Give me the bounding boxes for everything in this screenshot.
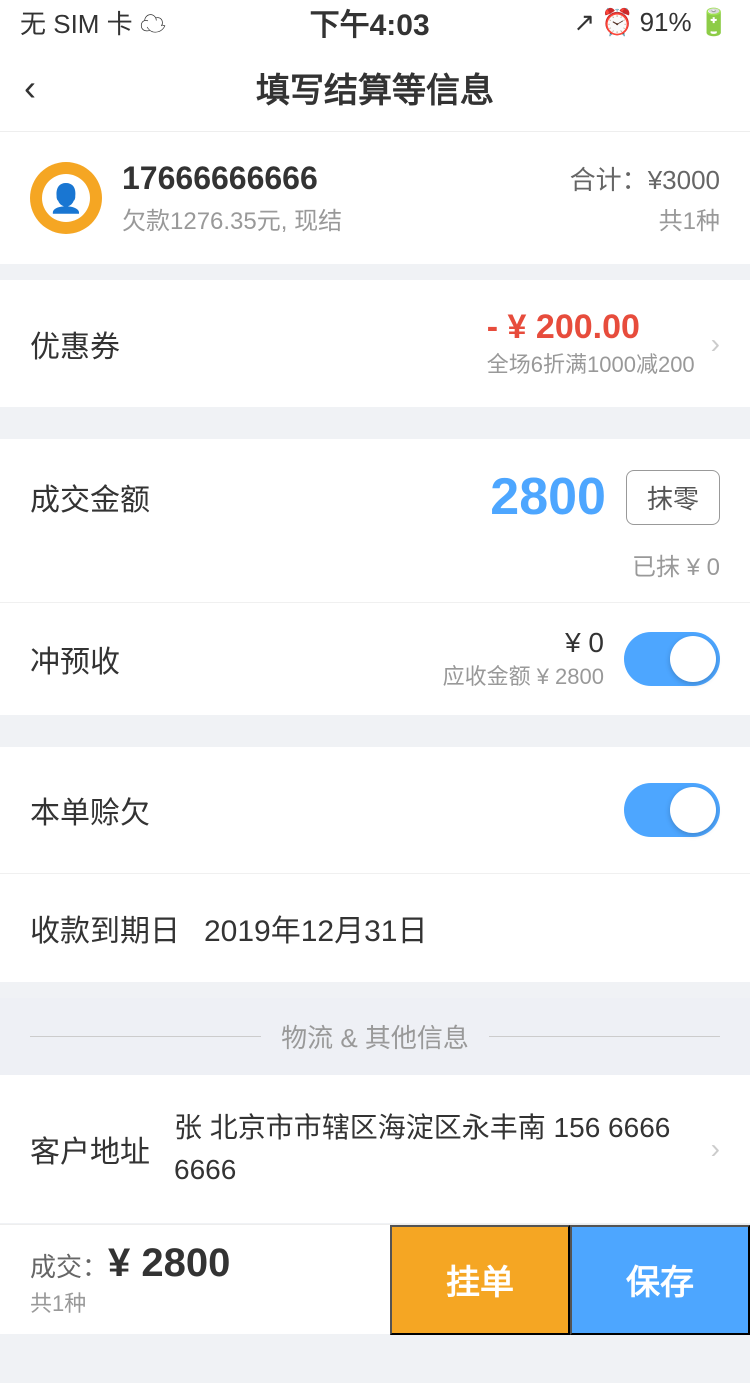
coupon-right: - ¥ 200.00 全场6折满1000减200 ›	[487, 308, 720, 379]
chevron-right-icon: ›	[711, 328, 720, 360]
section-line-right	[489, 1036, 720, 1037]
battery-level: 91%	[640, 7, 692, 38]
battery-icon: 🔋	[698, 7, 730, 38]
sim-status: 无 SIM 卡 ☁	[20, 4, 166, 41]
round-zero-button[interactable]: 抹零	[626, 470, 720, 525]
logistics-label: 物流 & 其他信息	[281, 1018, 469, 1055]
footer: 成交：¥ 2800 共1种 挂单 保存	[0, 1224, 750, 1334]
status-right: ↗ ⏰ 91% 🔋	[573, 7, 730, 38]
amount-row: 成交金额 2800 抹零	[30, 467, 720, 547]
precollect-sub: 应收金额 ¥ 2800	[443, 659, 604, 691]
duedate-label: 收款到期日	[30, 906, 180, 950]
arrearage-label: 本单赊欠	[30, 788, 150, 832]
address-row[interactable]: 客户地址 张 北京市市辖区海淀区永丰南 156 6666 6666 ›	[0, 1075, 750, 1223]
logistics-header: 物流 & 其他信息	[0, 998, 750, 1075]
section-line-left	[30, 1036, 261, 1037]
status-left: 无 SIM 卡 ☁	[20, 4, 166, 41]
footer-count: 共1种	[30, 1286, 360, 1318]
avatar: 👤	[30, 162, 102, 234]
save-button[interactable]: 保存	[570, 1225, 750, 1335]
coupon-label: 优惠券	[30, 322, 120, 366]
precollect-amount: ¥ 0 应收金额 ¥ 2800	[443, 627, 604, 691]
precollect-row: 冲预收 ¥ 0 应收金额 ¥ 2800	[0, 602, 750, 715]
page-title: 填写结算等信息	[256, 63, 494, 112]
total-count: 共1种	[570, 201, 720, 236]
status-bar: 无 SIM 卡 ☁ 下午4:03 ↗ ⏰ 91% 🔋	[0, 0, 750, 44]
user-left: 👤 17666666666 欠款1276.35元, 现结	[30, 160, 342, 236]
footer-info: 成交：¥ 2800 共1种	[0, 1241, 390, 1318]
user-icon: 👤	[49, 182, 84, 215]
address-chevron-icon: ›	[711, 1133, 720, 1165]
precollect-right: ¥ 0 应收金额 ¥ 2800	[443, 627, 720, 691]
coupon-info: - ¥ 200.00 全场6折满1000减200	[487, 308, 695, 379]
pending-button[interactable]: 挂单	[390, 1225, 570, 1335]
coupon-desc: 全场6折满1000减200	[487, 347, 695, 379]
user-info: 17666666666 欠款1276.35元, 现结	[122, 160, 342, 236]
amount-value: 2800	[490, 467, 606, 527]
duedate-value: 2019年12月31日	[204, 906, 427, 950]
user-sub: 欠款1276.35元, 现结	[122, 201, 342, 236]
amount-right: 2800 抹零	[490, 467, 720, 527]
nav-bar: ‹ 填写结算等信息	[0, 44, 750, 132]
back-button[interactable]: ‹	[24, 67, 36, 109]
section-divider-2	[0, 715, 750, 731]
footer-amount: ¥ 2800	[108, 1241, 230, 1285]
location-icon: ↗	[573, 7, 595, 38]
address-label: 客户地址	[30, 1127, 150, 1171]
address-value: 张 北京市市辖区海淀区永丰南 156 6666 6666	[174, 1107, 705, 1191]
arrearage-toggle-knob	[670, 787, 716, 833]
avatar-icon: 👤	[42, 174, 90, 222]
duedate-row: 收款到期日 2019年12月31日	[0, 873, 750, 982]
user-total: 合计：¥3000 共1种	[570, 160, 720, 236]
section-divider-1	[0, 423, 750, 439]
precollect-toggle[interactable]	[624, 632, 720, 686]
footer-deal-label: 成交：¥ 2800	[30, 1241, 360, 1286]
amount-label: 成交金额	[30, 475, 150, 519]
coupon-discount: - ¥ 200.00	[487, 308, 695, 347]
status-time: 下午4:03	[310, 0, 430, 44]
precollect-label: 冲预收	[30, 637, 120, 681]
arrearage-toggle[interactable]	[624, 783, 720, 837]
amount-sub: 已抹 ¥ 0	[30, 547, 720, 602]
coupon-row[interactable]: 优惠券 - ¥ 200.00 全场6折满1000减200 ›	[0, 280, 750, 407]
toggle-knob	[670, 636, 716, 682]
alarm-icon: ⏰	[601, 7, 633, 38]
amount-section: 成交金额 2800 抹零 已抹 ¥ 0	[0, 439, 750, 602]
arrearage-row: 本单赊欠	[0, 747, 750, 873]
user-phone: 17666666666	[122, 160, 342, 197]
total-label: 合计：¥3000	[570, 160, 720, 197]
precollect-value: ¥ 0	[443, 627, 604, 659]
user-card: 👤 17666666666 欠款1276.35元, 现结 合计：¥3000 共1…	[0, 132, 750, 264]
